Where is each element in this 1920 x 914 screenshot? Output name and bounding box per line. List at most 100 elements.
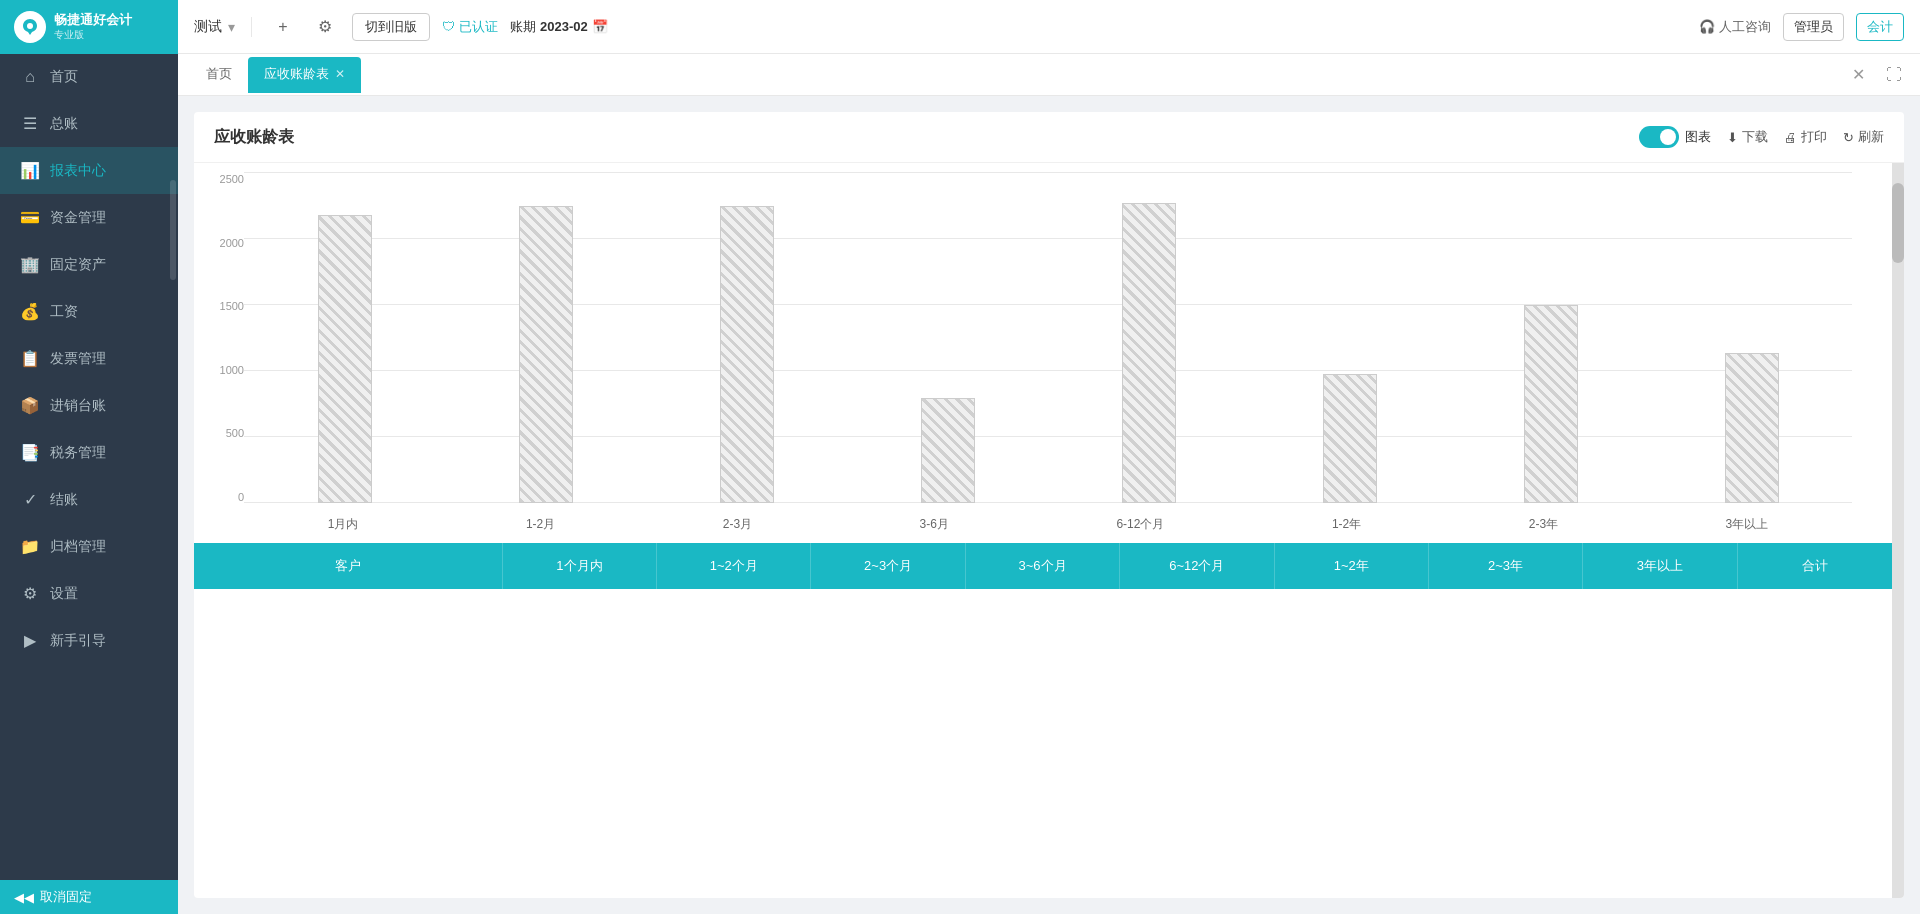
funds-icon: 💳 (20, 208, 40, 227)
tab-close-icon[interactable]: ✕ (335, 67, 345, 81)
logo-icon (14, 11, 46, 43)
sidebar-item-label: 报表中心 (50, 162, 106, 180)
sidebar-item-label: 结账 (50, 491, 78, 509)
accounting-period[interactable]: 账期 2023-02 📅 (510, 18, 608, 36)
sidebar-scrollbar (170, 180, 176, 280)
chart-bar[interactable] (1323, 374, 1377, 503)
x-axis-label: 6-12个月 (1116, 516, 1164, 533)
switch-version-button[interactable]: 切到旧版 (352, 13, 430, 41)
table-section: 客户1个月内1~2个月2~3个月3~6个月6~12个月1~2年2~3年3年以上合… (194, 543, 1892, 589)
reports-icon: 📊 (20, 161, 40, 180)
certified-badge: 🛡 已认证 (442, 18, 498, 36)
bar-group (318, 215, 372, 503)
sidebar-item-salary[interactable]: 💰 工资 (0, 288, 178, 335)
x-axis-label: 2-3年 (1529, 516, 1558, 533)
chart-container: 05001000150020002500 1月内 1-2月 2-3月 3-6月 6-12… (194, 163, 1892, 543)
print-button[interactable]: 🖨 打印 (1784, 128, 1827, 146)
sidebar-item-label: 工资 (50, 303, 78, 321)
x-axis-label: 3年以上 (1726, 516, 1769, 533)
x-axis-label: 3-6月 (920, 516, 949, 533)
chart-bar[interactable] (921, 398, 975, 503)
dropdown-icon: ▾ (228, 19, 235, 35)
topbar: 测试 ▾ + ⚙ 切到旧版 🛡 已认证 账期 2023-02 📅 🎧 人工咨询 … (178, 0, 1920, 54)
chart-bar[interactable] (1524, 305, 1578, 503)
salary-icon: 💰 (20, 302, 40, 321)
sidebar-item-home[interactable]: ⌂ 首页 (0, 54, 178, 100)
chart-bar[interactable] (318, 215, 372, 503)
chart-bar[interactable] (720, 206, 774, 503)
table-header-cell: 合计 (1738, 543, 1892, 589)
sidebar-item-label: 设置 (50, 585, 78, 603)
sidebar-item-label: 固定资产 (50, 256, 106, 274)
x-axis-label: 1-2年 (1332, 516, 1361, 533)
x-axis-label: 2-3月 (723, 516, 752, 533)
chart-x-axis: 1月内 1-2月 2-3月 3-6月 6-12个月 1-2年 2-3年 3年以上 (244, 516, 1852, 533)
sidebar-item-label: 总账 (50, 115, 78, 133)
invoice-icon: 📋 (20, 349, 40, 368)
sidebar-item-purchase[interactable]: 📦 进销台账 (0, 382, 178, 429)
chart-bar[interactable] (1725, 353, 1779, 503)
close-icon: ✓ (20, 490, 40, 509)
consult-button[interactable]: 🎧 人工咨询 (1699, 18, 1771, 36)
table-header-cell: 6~12个月 (1120, 543, 1274, 589)
fullscreen-button[interactable]: ⛶ (1880, 61, 1908, 89)
table-header-cell: 1个月内 (503, 543, 657, 589)
tab-aging[interactable]: 应收账龄表 ✕ (248, 57, 361, 93)
sidebar-item-assets[interactable]: 🏢 固定资产 (0, 241, 178, 288)
gear-icon: ⚙ (318, 17, 332, 36)
assets-icon: 🏢 (20, 255, 40, 274)
x-axis-label: 1-2月 (526, 516, 555, 533)
chart-toggle-group: 图表 (1639, 126, 1711, 148)
sidebar-item-label: 新手引导 (50, 632, 106, 650)
page-actions: 图表 ⬇ 下载 🖨 打印 ↻ 刷新 (1639, 126, 1884, 148)
y-axis-label: 2500 (204, 173, 244, 185)
chart-bar[interactable] (519, 206, 573, 503)
unfix-button[interactable]: ◀◀ 取消固定 (0, 880, 178, 914)
tab-home[interactable]: 首页 (190, 57, 248, 93)
bar-group (720, 206, 774, 503)
table-header-cell: 3~6个月 (966, 543, 1120, 589)
chart-bar[interactable] (1122, 203, 1176, 503)
sidebar-item-ledger[interactable]: ☰ 总账 (0, 100, 178, 147)
shield-icon: 🛡 (442, 19, 455, 34)
add-project-button[interactable]: + (268, 12, 298, 42)
bar-group (519, 206, 573, 503)
scrollbar-thumb (1892, 183, 1904, 263)
sidebar-item-settings[interactable]: ⚙ 设置 (0, 570, 178, 617)
sidebar-item-funds[interactable]: 💳 资金管理 (0, 194, 178, 241)
sidebar-item-label: 归档管理 (50, 538, 106, 556)
sidebar-item-invoice[interactable]: 📋 发票管理 (0, 335, 178, 382)
svg-point-0 (27, 23, 33, 29)
settings-button[interactable]: ⚙ (310, 12, 340, 42)
project-selector[interactable]: 测试 ▾ (194, 18, 235, 36)
refresh-button[interactable]: ↻ 刷新 (1843, 128, 1884, 146)
topbar-divider-1 (251, 17, 252, 37)
chart-y-axis: 05001000150020002500 (204, 173, 244, 503)
table-header-cell: 2~3个月 (811, 543, 965, 589)
unfix-icon: ◀◀ (14, 890, 34, 905)
sidebar-logo: 畅捷通好会计 专业版 (0, 0, 178, 54)
sidebar-item-guide[interactable]: ▶ 新手引导 (0, 617, 178, 664)
sidebar-item-close[interactable]: ✓ 结账 (0, 476, 178, 523)
table-header-cell: 3年以上 (1583, 543, 1737, 589)
x-axis-label: 1月内 (328, 516, 359, 533)
sidebar-item-tax[interactable]: 📑 税务管理 (0, 429, 178, 476)
scrollbar[interactable] (1892, 163, 1904, 898)
accountant-button[interactable]: 会计 (1856, 13, 1904, 41)
bar-group (1323, 374, 1377, 503)
guide-icon: ▶ (20, 631, 40, 650)
download-icon: ⬇ (1727, 130, 1738, 145)
close-tab-button[interactable]: ✕ (1844, 61, 1872, 89)
download-button[interactable]: ⬇ 下载 (1727, 128, 1768, 146)
bar-group (1122, 203, 1176, 503)
print-icon: 🖨 (1784, 130, 1797, 145)
page-container: 应收账龄表 图表 ⬇ 下载 🖨 打印 ↻ (194, 112, 1904, 898)
tabs-actions: ✕ ⛶ (1844, 61, 1908, 89)
main-content: 测试 ▾ + ⚙ 切到旧版 🛡 已认证 账期 2023-02 📅 🎧 人工咨询 … (178, 0, 1920, 914)
sidebar-item-reports[interactable]: 📊 报表中心 (0, 147, 178, 194)
admin-button[interactable]: 管理员 (1783, 13, 1844, 41)
bars-container (244, 173, 1852, 503)
sidebar-item-archive[interactable]: 📁 归档管理 (0, 523, 178, 570)
chart-toggle[interactable] (1639, 126, 1679, 148)
tabs-bar: 首页 应收账龄表 ✕ ✕ ⛶ (178, 54, 1920, 96)
